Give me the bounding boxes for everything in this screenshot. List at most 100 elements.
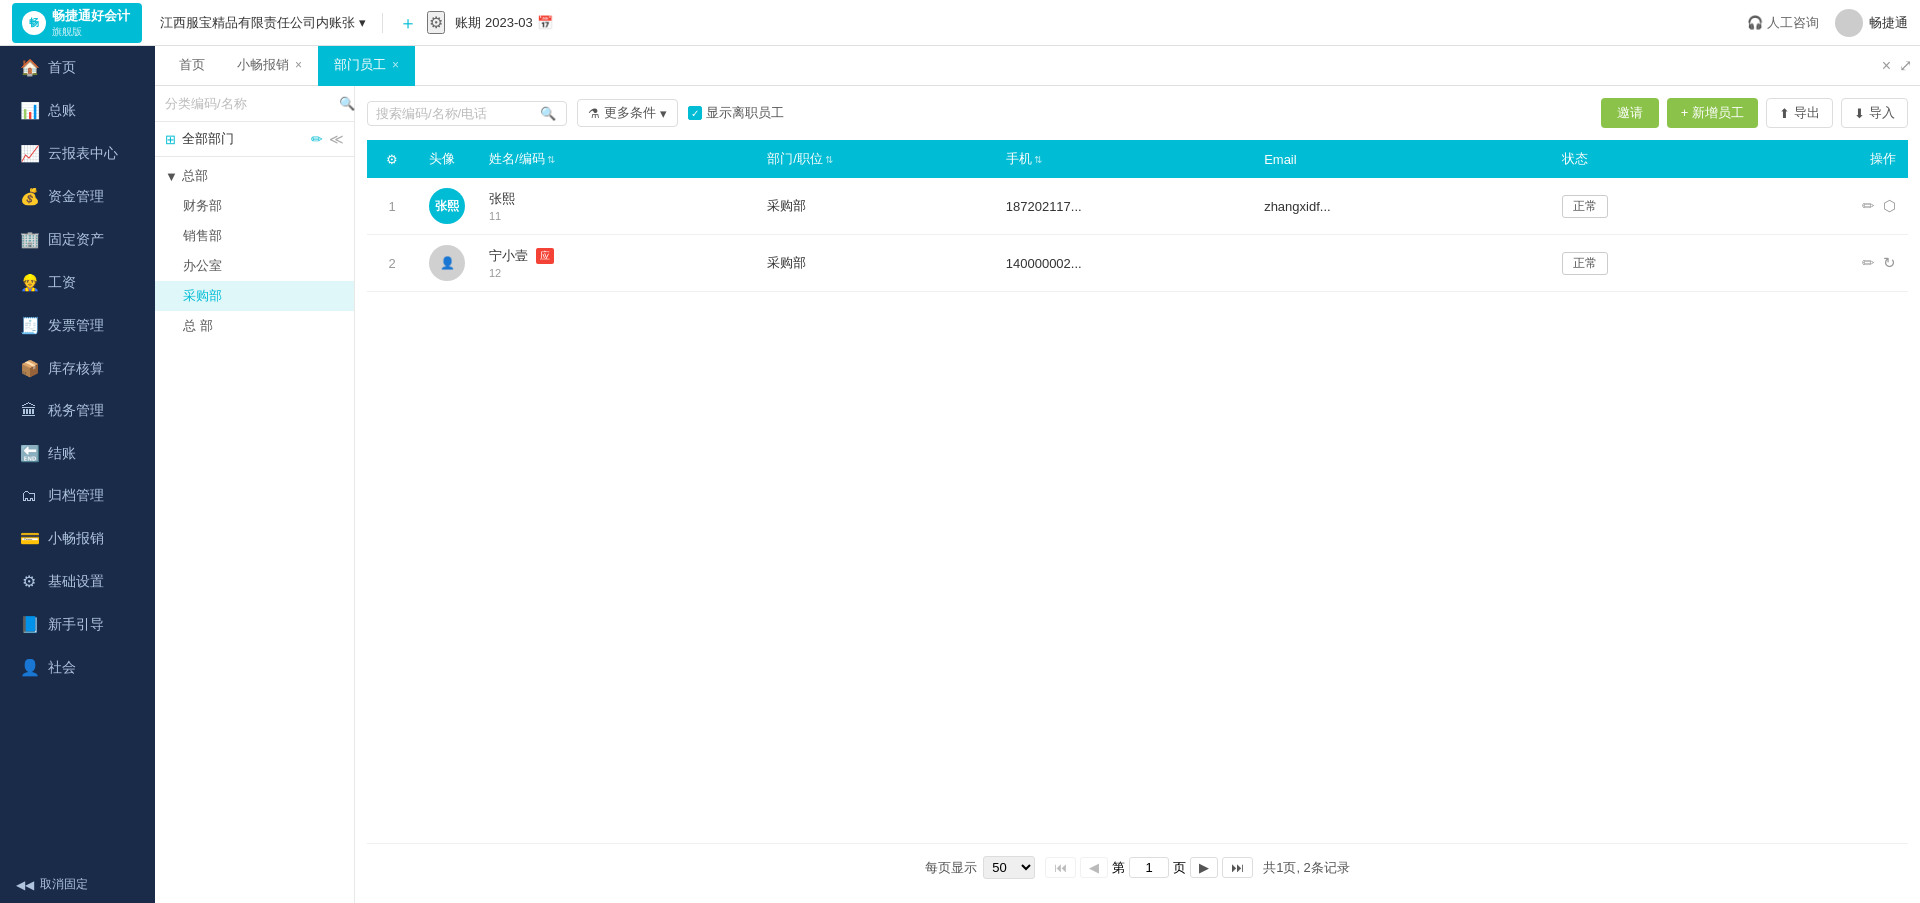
collapse-icon[interactable]: ≪	[329, 131, 344, 147]
chart-icon: 📈	[20, 144, 38, 163]
dept-group-hq-header[interactable]: ▼ 总部	[155, 161, 354, 191]
col-name-header[interactable]: 姓名/编码⇅	[477, 140, 755, 178]
pin-toggle[interactable]: ◀◀ 取消固定	[0, 866, 155, 903]
dept-group-hq: ▼ 总部 财务部 销售部 办公室 采购部	[155, 161, 354, 341]
tab-department-close[interactable]: ×	[392, 58, 399, 72]
guide-icon: 📘	[20, 615, 38, 634]
search2-icon[interactable]: 🔍	[540, 106, 556, 121]
per-page-select[interactable]: 10 20 50 100	[983, 856, 1035, 879]
table-row: 1 张熙 张熙 11	[367, 178, 1908, 235]
tag-red-2: 应	[536, 248, 554, 264]
col-dept-header[interactable]: 部门/职位⇅	[755, 140, 994, 178]
pagination: 每页显示 10 20 50 100 ⏮ ◀ 第 页	[367, 843, 1908, 891]
row-dept-1: 采购部	[755, 178, 994, 235]
sidebar-item-label: 小畅报销	[48, 530, 104, 548]
company-selector[interactable]: 江西服宝精品有限责任公司内账张 ▾	[160, 14, 366, 32]
add-employee-button[interactable]: + 新增员工	[1667, 98, 1758, 128]
dept-child-finance[interactable]: 财务部	[155, 191, 354, 221]
dept-header-icons: ✏ ≪	[311, 131, 344, 147]
dept-search: 🔍	[155, 86, 354, 122]
employee-search-input[interactable]	[376, 106, 536, 121]
dept-child-procurement[interactable]: 采购部	[155, 281, 354, 311]
tab-home-label: 首页	[179, 56, 205, 74]
dept-child-general-hq-label: 总 部	[183, 318, 213, 333]
service-button[interactable]: 🎧 人工咨询	[1747, 14, 1819, 32]
tab-expense[interactable]: 小畅报销 ×	[221, 46, 318, 86]
row-phone-1: 187202117...	[994, 178, 1252, 235]
header-right: 🎧 人工咨询 畅捷通	[1747, 9, 1908, 37]
dept-search-input[interactable]	[165, 96, 333, 111]
ops-icons-1: ✏ ⬡	[1761, 197, 1896, 215]
first-page-button[interactable]: ⏮	[1045, 857, 1076, 878]
settings-icon[interactable]: ⚙	[427, 11, 445, 34]
tab-close-all-button[interactable]: ×	[1882, 56, 1891, 75]
tab-fullscreen-button[interactable]: ⤢	[1899, 56, 1912, 75]
add-company-button[interactable]: ＋	[399, 11, 417, 35]
invoice-icon: 🧾	[20, 316, 38, 335]
sidebar-item-label: 新手引导	[48, 616, 104, 634]
sidebar-item-label: 归档管理	[48, 487, 104, 505]
import-label: 导入	[1869, 104, 1895, 122]
row-dept-2: 采购部	[755, 235, 994, 292]
sidebar-item-funds[interactable]: 💰 资金管理	[0, 175, 155, 218]
import-button[interactable]: ⬇ 导入	[1841, 98, 1908, 128]
row-phone-2: 140000002...	[994, 235, 1252, 292]
sidebar-item-social[interactable]: 👤 社会	[0, 646, 155, 689]
tab-home[interactable]: 首页	[163, 46, 221, 86]
col-phone-header[interactable]: 手机⇅	[994, 140, 1252, 178]
filter-icon: ⚗	[588, 106, 600, 121]
sidebar-item-label: 资金管理	[48, 188, 104, 206]
ops-icons-2: ✏ ↻	[1761, 254, 1896, 272]
col-settings-header[interactable]: ⚙	[367, 140, 417, 178]
calendar-icon[interactable]: 📅	[537, 15, 553, 30]
sidebar-item-cloud-reports[interactable]: 📈 云报表中心	[0, 132, 155, 175]
settings2-icon: ⚙	[20, 572, 38, 591]
last-page-button[interactable]: ⏭	[1222, 857, 1253, 878]
tab-expense-close[interactable]: ×	[295, 58, 302, 72]
tab-department[interactable]: 部门员工 ×	[318, 46, 415, 86]
sidebar-item-inventory[interactable]: 📦 库存核算	[0, 347, 155, 390]
next-page-button[interactable]: ▶	[1190, 857, 1218, 878]
logout-icon-1[interactable]: ⬡	[1883, 197, 1896, 215]
sidebar-item-basic-settings[interactable]: ⚙ 基础设置	[0, 560, 155, 603]
page-label: 页	[1173, 859, 1186, 877]
sidebar-item-label: 发票管理	[48, 317, 104, 335]
pin-icon: ◀◀	[16, 878, 34, 892]
invite-button[interactable]: 邀请	[1601, 98, 1659, 128]
prev-page-button[interactable]: ◀	[1080, 857, 1108, 878]
avatar-circle-1: 张熙	[429, 188, 465, 224]
export-icon: ⬆	[1779, 106, 1790, 121]
emp-name-2: 宁小壹 应	[489, 247, 554, 265]
sidebar-item-label: 基础设置	[48, 573, 104, 591]
show-resigned-checkbox[interactable]: ✓	[688, 106, 702, 120]
search-icon[interactable]: 🔍	[339, 96, 355, 111]
account-period-label: 账期	[455, 14, 481, 32]
add-dept-icon[interactable]: ✏	[311, 131, 323, 147]
tab-expense-label: 小畅报销	[237, 56, 289, 74]
sidebar-item-home[interactable]: 🏠 首页	[0, 46, 155, 89]
edit-icon-2[interactable]: ✏	[1862, 254, 1875, 272]
sidebar-item-invoice[interactable]: 🧾 发票管理	[0, 304, 155, 347]
sidebar-item-general-ledger[interactable]: 📊 总账	[0, 89, 155, 132]
tab-bar: 首页 小畅报销 × 部门员工 × × ⤢	[155, 46, 1920, 86]
page-input[interactable]	[1129, 857, 1169, 878]
dept-child-sales[interactable]: 销售部	[155, 221, 354, 251]
sidebar-item-salary[interactable]: 👷 工资	[0, 261, 155, 304]
more-conditions-button[interactable]: ⚗ 更多条件 ▾	[577, 99, 678, 127]
dept-child-general-hq[interactable]: 总 部	[155, 311, 354, 341]
edit-icon-1[interactable]: ✏	[1862, 197, 1875, 215]
sidebar-item-guide[interactable]: 📘 新手引导	[0, 603, 155, 646]
sidebar-item-archive[interactable]: 🗂 归档管理	[0, 475, 155, 517]
export-button[interactable]: ⬆ 导出	[1766, 98, 1833, 128]
sidebar-item-closing[interactable]: 🔚 结账	[0, 432, 155, 475]
sidebar-item-label: 税务管理	[48, 402, 104, 420]
pin-label: 取消固定	[40, 876, 88, 893]
refresh-icon-2[interactable]: ↻	[1883, 254, 1896, 272]
logo-icon: 畅	[22, 11, 46, 35]
sidebar-item-label: 总账	[48, 102, 76, 120]
sidebar-item-fixed-assets[interactable]: 🏢 固定资产	[0, 218, 155, 261]
sidebar-item-tax[interactable]: 🏛 税务管理	[0, 390, 155, 432]
show-resigned-wrap: ✓ 显示离职员工	[688, 104, 784, 122]
sidebar-item-expense[interactable]: 💳 小畅报销	[0, 517, 155, 560]
dept-child-office[interactable]: 办公室	[155, 251, 354, 281]
